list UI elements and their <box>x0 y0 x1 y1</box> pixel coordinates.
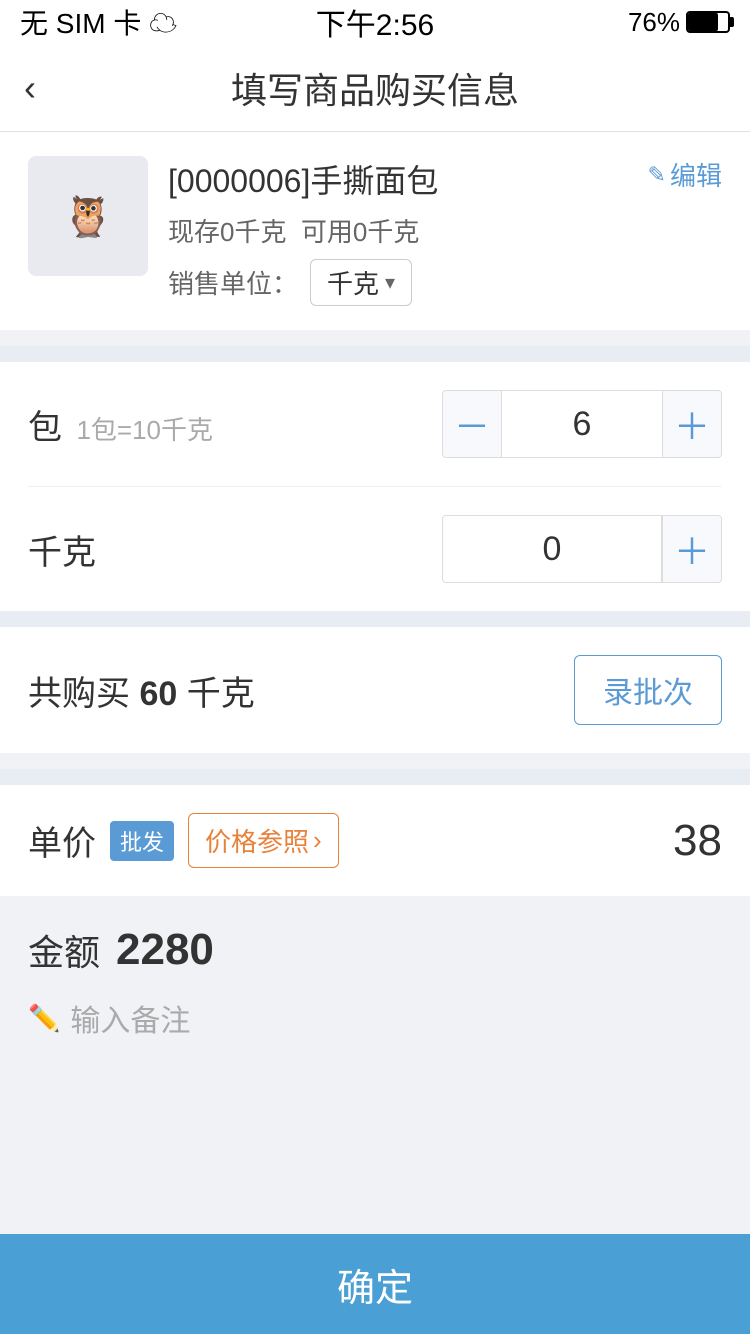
battery-icon <box>686 11 730 33</box>
batch-button[interactable]: 录批次 <box>574 655 722 725</box>
back-button[interactable]: ‹ <box>24 67 36 109</box>
bao-row: 包 1包=10千克 － ＋ <box>28 362 722 487</box>
total-section: 共购买 60 千克 录批次 <box>0 627 750 753</box>
unit-value: 千克 <box>327 264 379 301</box>
note-row[interactable]: ✏️ 输入备注 <box>28 996 722 1040</box>
bao-plus-button[interactable]: ＋ <box>662 390 722 458</box>
unit-select[interactable]: 千克 ▾ <box>310 259 412 306</box>
time: 下午2:56 <box>316 0 434 44</box>
product-name-row: [0000006]手撕面包 ✎ 编辑 <box>168 156 722 202</box>
product-logo-icon: 🦉 <box>63 193 113 240</box>
qianke-label: 千克 <box>28 525 96 574</box>
price-section: 单价 批发 价格参照 › 38 <box>0 785 750 896</box>
bao-minus-button[interactable]: － <box>442 390 502 458</box>
price-value: 38 <box>673 816 722 866</box>
confirm-button-label: 确定 <box>337 1257 413 1312</box>
note-placeholder: 输入备注 <box>70 996 190 1040</box>
edit-label: 编辑 <box>670 156 722 193</box>
product-name: [0000006]手撕面包 <box>168 156 438 202</box>
dropdown-arrow-icon: ▾ <box>385 270 395 295</box>
status-bar: 无 SIM 卡 ☁ 下午2:56 76% <box>0 0 750 44</box>
price-label-row: 单价 批发 价格参照 › <box>28 813 339 868</box>
edit-icon: ✎ <box>648 162 666 188</box>
price-label: 单价 <box>28 816 96 865</box>
product-card: 🦉 [0000006]手撕面包 ✎ 编辑 现存0千克 可用0千克 销售单位： 千… <box>0 132 750 330</box>
product-info: [0000006]手撕面包 ✎ 编辑 现存0千克 可用0千克 销售单位： 千克 … <box>168 156 722 306</box>
bao-label: 包 <box>28 409 62 447</box>
amount-section: 金额 2280 ✏️ 输入备注 <box>0 896 750 1196</box>
battery-percent: 76% <box>628 7 680 38</box>
edit-button[interactable]: ✎ 编辑 <box>648 156 722 193</box>
qianke-input[interactable] <box>442 515 662 583</box>
nav-bar: ‹ 填写商品购买信息 <box>0 44 750 132</box>
qianke-plus-button[interactable]: ＋ <box>662 515 722 583</box>
input-section: 包 1包=10千克 － ＋ 千克 ＋ <box>0 362 750 611</box>
amount-label: 金额 <box>28 924 100 976</box>
carrier: 无 SIM 卡 ☁ <box>20 2 177 42</box>
qianke-row: 千克 ＋ <box>28 487 722 611</box>
amount-value: 2280 <box>116 925 214 975</box>
product-image: 🦉 <box>28 156 148 276</box>
product-stock: 现存0千克 可用0千克 <box>168 212 722 249</box>
product-unit-row: 销售单位： 千克 ▾ <box>168 259 722 306</box>
bao-input[interactable] <box>502 390 662 458</box>
bao-quantity-control: － ＋ <box>442 390 722 458</box>
amount-row: 金额 2280 <box>28 924 722 976</box>
status-right: 76% <box>628 7 730 38</box>
qianke-quantity-control: ＋ <box>442 515 722 583</box>
price-ref-label: 价格参照 <box>205 822 309 859</box>
page-title: 填写商品购买信息 <box>231 62 519 114</box>
bao-label-group: 包 1包=10千克 <box>28 400 213 449</box>
section-divider-1 <box>0 346 750 362</box>
pencil-icon: ✏️ <box>28 1003 60 1034</box>
bao-sublabel: 1包=10千克 <box>76 415 213 445</box>
confirm-button[interactable]: 确定 <box>0 1234 750 1334</box>
total-text: 共购买 60 千克 <box>28 666 255 715</box>
price-ref-button[interactable]: 价格参照 › <box>188 813 339 868</box>
price-ref-arrow-icon: › <box>313 825 322 856</box>
price-badge: 批发 <box>110 821 174 861</box>
section-divider-3 <box>0 769 750 785</box>
section-divider-2 <box>0 611 750 627</box>
